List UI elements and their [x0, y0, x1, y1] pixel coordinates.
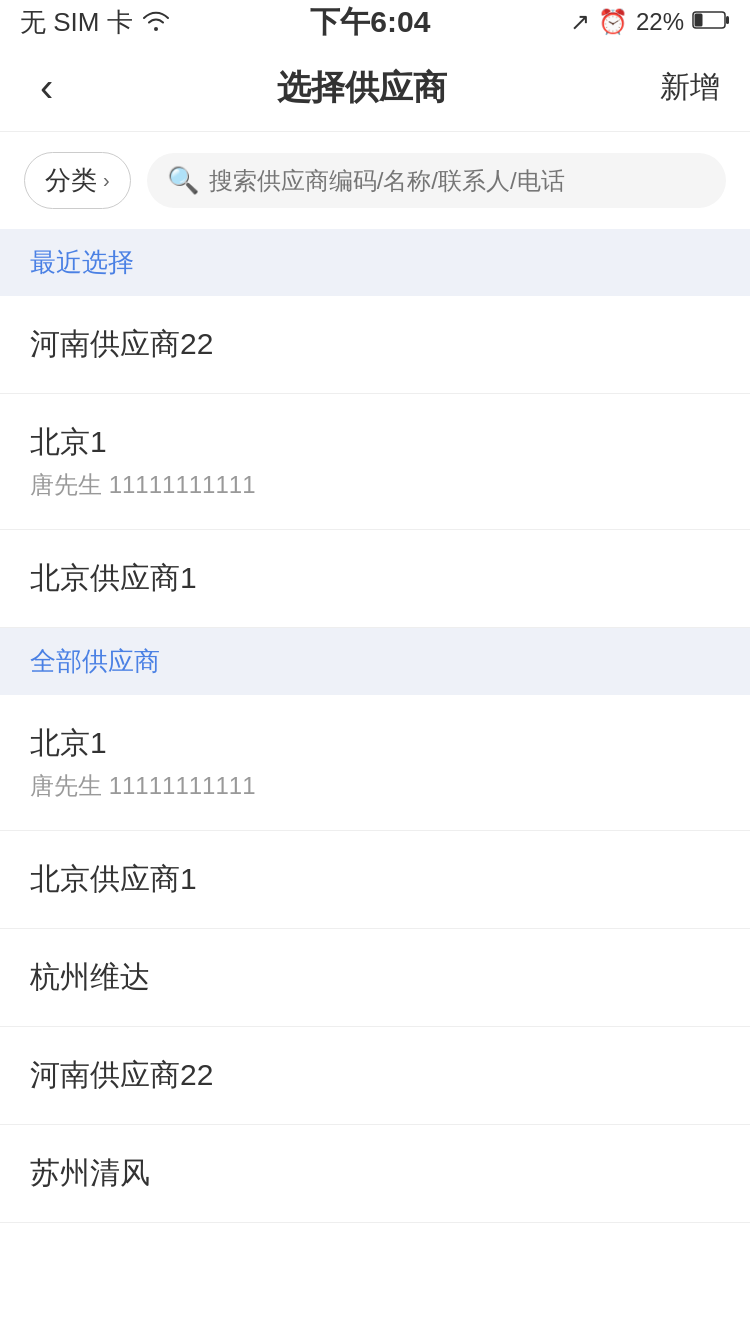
recent-section-header: 最近选择: [0, 229, 750, 296]
alarm-icon: ⏰: [598, 8, 628, 36]
recent-section-label: 最近选择: [30, 247, 134, 277]
list-item[interactable]: 北京供应商1: [0, 530, 750, 628]
category-button[interactable]: 分类 ›: [24, 152, 131, 209]
status-left: 无 SIM 卡: [20, 5, 171, 40]
status-bar: 无 SIM 卡 下午6:04 ↗ ⏰ 22%: [0, 0, 750, 44]
all-section-label: 全部供应商: [30, 646, 160, 676]
item-name: 北京1: [30, 723, 720, 764]
list-item[interactable]: 河南供应商22: [0, 296, 750, 394]
add-new-button[interactable]: 新增: [660, 67, 720, 108]
status-right: ↗ ⏰ 22%: [570, 8, 730, 36]
battery-icon: [692, 8, 730, 36]
search-icon: 🔍: [167, 165, 199, 196]
time-display: 下午6:04: [310, 2, 430, 43]
item-name: 河南供应商22: [30, 1055, 720, 1096]
recent-list: 河南供应商22 北京1 唐先生 11111111111 北京供应商1: [0, 296, 750, 628]
item-name: 北京供应商1: [30, 859, 720, 900]
chevron-right-icon: ›: [103, 169, 110, 192]
svg-rect-1: [726, 16, 729, 24]
item-name: 北京供应商1: [30, 558, 720, 599]
category-label: 分类: [45, 163, 97, 198]
item-name: 河南供应商22: [30, 324, 720, 365]
all-section-header: 全部供应商: [0, 628, 750, 695]
nav-bar: ‹ 选择供应商 新增: [0, 44, 750, 132]
list-item[interactable]: 河南供应商22: [0, 1027, 750, 1125]
item-name: 苏州清风: [30, 1153, 720, 1194]
item-sub: 唐先生 11111111111: [30, 770, 720, 802]
search-box: 🔍: [147, 153, 726, 208]
item-name: 杭州维达: [30, 957, 720, 998]
battery-percent: 22%: [636, 8, 684, 36]
list-item[interactable]: 杭州维达: [0, 929, 750, 1027]
svg-rect-2: [694, 14, 702, 27]
back-button[interactable]: ‹: [30, 55, 63, 120]
filter-bar: 分类 › 🔍: [0, 132, 750, 229]
list-item[interactable]: 北京1 唐先生 11111111111: [0, 695, 750, 831]
sim-status: 无 SIM 卡: [20, 5, 133, 40]
item-sub: 唐先生 11111111111: [30, 469, 720, 501]
list-item[interactable]: 北京供应商1: [0, 831, 750, 929]
page-title: 选择供应商: [277, 65, 447, 111]
item-name: 北京1: [30, 422, 720, 463]
all-list: 北京1 唐先生 11111111111 北京供应商1 杭州维达河南供应商22 苏州清…: [0, 695, 750, 1223]
wifi-icon: [141, 7, 171, 38]
list-item[interactable]: 北京1 唐先生 11111111111: [0, 394, 750, 530]
search-input[interactable]: [209, 167, 706, 195]
list-item[interactable]: 苏州清风: [0, 1125, 750, 1223]
location-icon: ↗: [570, 8, 590, 36]
